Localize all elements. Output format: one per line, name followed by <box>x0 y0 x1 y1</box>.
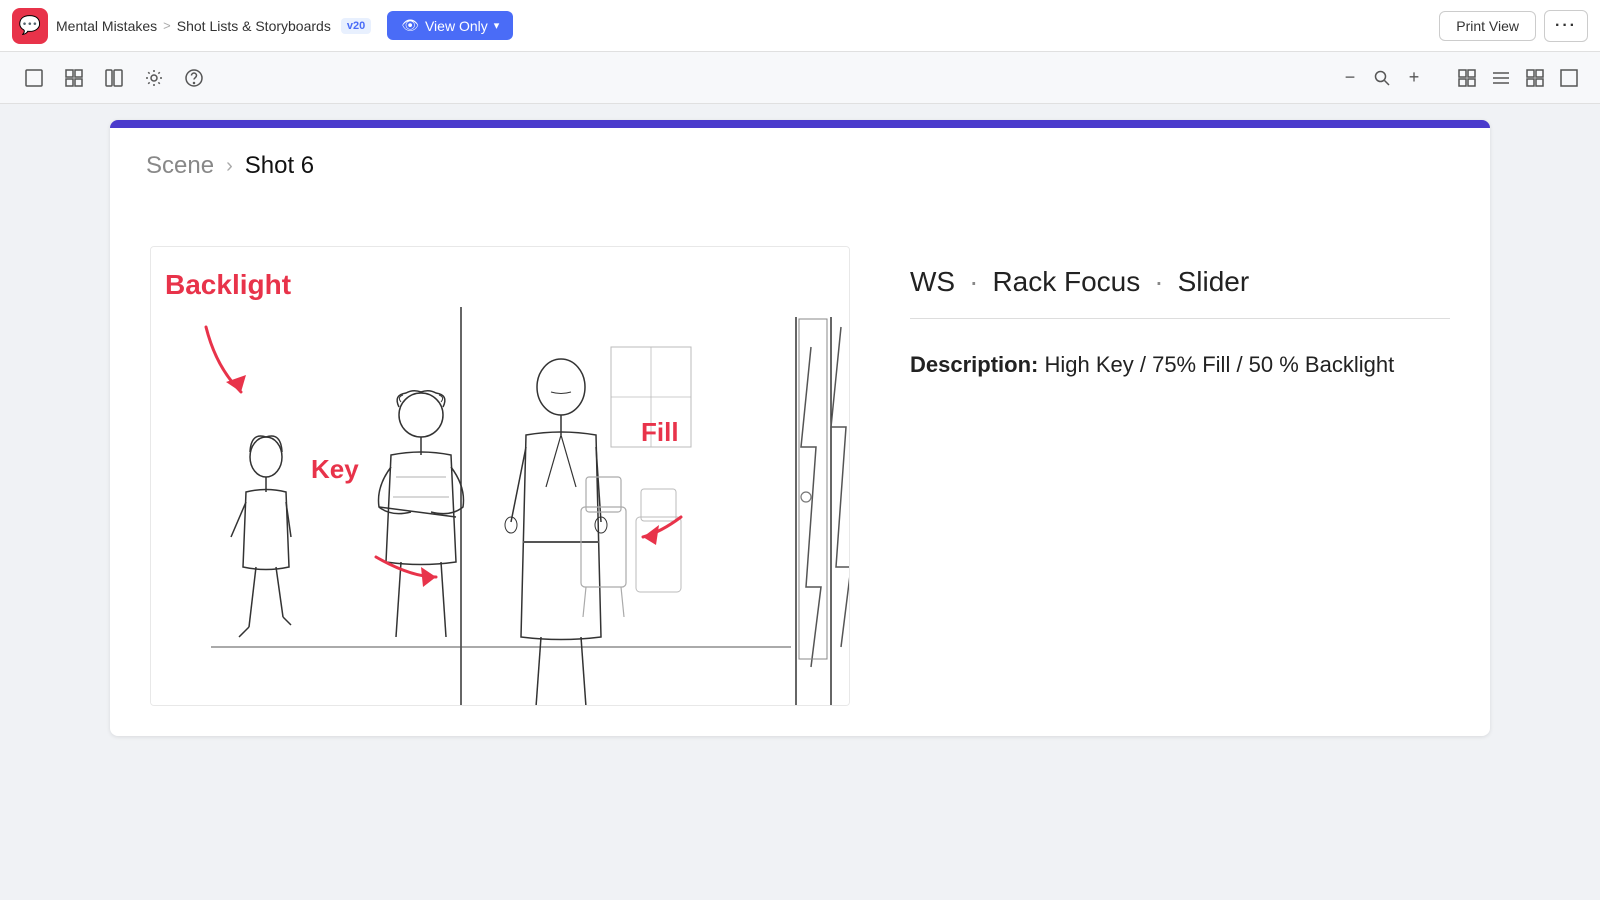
view-only-label: View Only <box>425 18 488 34</box>
section-name: Shot Lists & Storyboards <box>177 18 331 34</box>
zoom-in-button[interactable]: + <box>1400 64 1428 92</box>
breadcrumb: Mental Mistakes > Shot Lists & Storyboar… <box>56 18 371 34</box>
layout-full-button[interactable] <box>1554 63 1584 93</box>
ws-tag: WS <box>910 266 955 298</box>
layout-grid-button[interactable] <box>1452 63 1482 93</box>
breadcrumb-separator: > <box>163 18 171 33</box>
card-breadcrumb: Scene › Shot 6 <box>146 152 1454 180</box>
backlight-annotation: Backlight <box>165 269 291 301</box>
zoom-out-button[interactable]: − <box>1336 64 1364 92</box>
zoom-controls: − + <box>1336 63 1584 93</box>
view-only-button[interactable]: 👁 View Only ▾ <box>387 11 513 40</box>
storyboard-image: Backlight Key Fill <box>150 246 850 706</box>
version-badge: v20 <box>341 18 371 34</box>
settings-tool-button[interactable] <box>136 60 172 96</box>
toolbar: − + <box>0 52 1600 104</box>
storyboard-svg <box>151 247 850 706</box>
scene-label: Scene <box>146 152 214 180</box>
rack-focus-tag: Rack Focus <box>992 266 1140 298</box>
app-logo: 💬 <box>12 8 48 44</box>
panel-tool-button[interactable] <box>96 60 132 96</box>
separator-dot-2: · <box>1154 266 1163 298</box>
description-text: High Key / 75% Fill / 50 % Backlight <box>1044 352 1394 377</box>
grid-tool-button[interactable] <box>56 60 92 96</box>
storyboard-panel: Backlight Key Fill <box>150 246 870 706</box>
separator-dot-1: · <box>969 266 978 298</box>
print-view-button[interactable]: Print View <box>1439 11 1536 41</box>
card-body: Backlight Key Fill <box>110 216 1490 736</box>
card-accent-bar <box>110 120 1490 128</box>
layout-list-button[interactable] <box>1486 63 1516 93</box>
description: Description: High Key / 75% Fill / 50 % … <box>910 347 1450 382</box>
logo-icon: 💬 <box>19 15 41 36</box>
more-options-button[interactable]: ··· <box>1544 10 1588 42</box>
shot-card: Scene › Shot 6 Backlight Key Fill <box>110 120 1490 736</box>
fill-annotation: Fill <box>641 417 679 448</box>
zoom-search-button[interactable] <box>1368 64 1396 92</box>
slider-tag: Slider <box>1178 266 1250 298</box>
shot-tags: WS · Rack Focus · Slider <box>910 266 1450 298</box>
main-content: Scene › Shot 6 Backlight Key Fill <box>0 104 1600 752</box>
eye-icon: 👁 <box>401 17 419 34</box>
top-navigation-bar: 💬 Mental Mistakes > Shot Lists & Storybo… <box>0 0 1600 52</box>
key-annotation: Key <box>311 454 359 485</box>
divider <box>910 318 1450 319</box>
layout-large-grid-button[interactable] <box>1520 63 1550 93</box>
project-name: Mental Mistakes <box>56 18 157 34</box>
shot-label: Shot 6 <box>245 152 314 180</box>
frame-tool-button[interactable] <box>16 60 52 96</box>
help-tool-button[interactable] <box>176 60 212 96</box>
info-panel: WS · Rack Focus · Slider Description: Hi… <box>910 246 1450 706</box>
description-label: Description: <box>910 352 1038 377</box>
breadcrumb-arrow-icon: › <box>226 155 233 178</box>
chevron-down-icon: ▾ <box>494 19 500 32</box>
